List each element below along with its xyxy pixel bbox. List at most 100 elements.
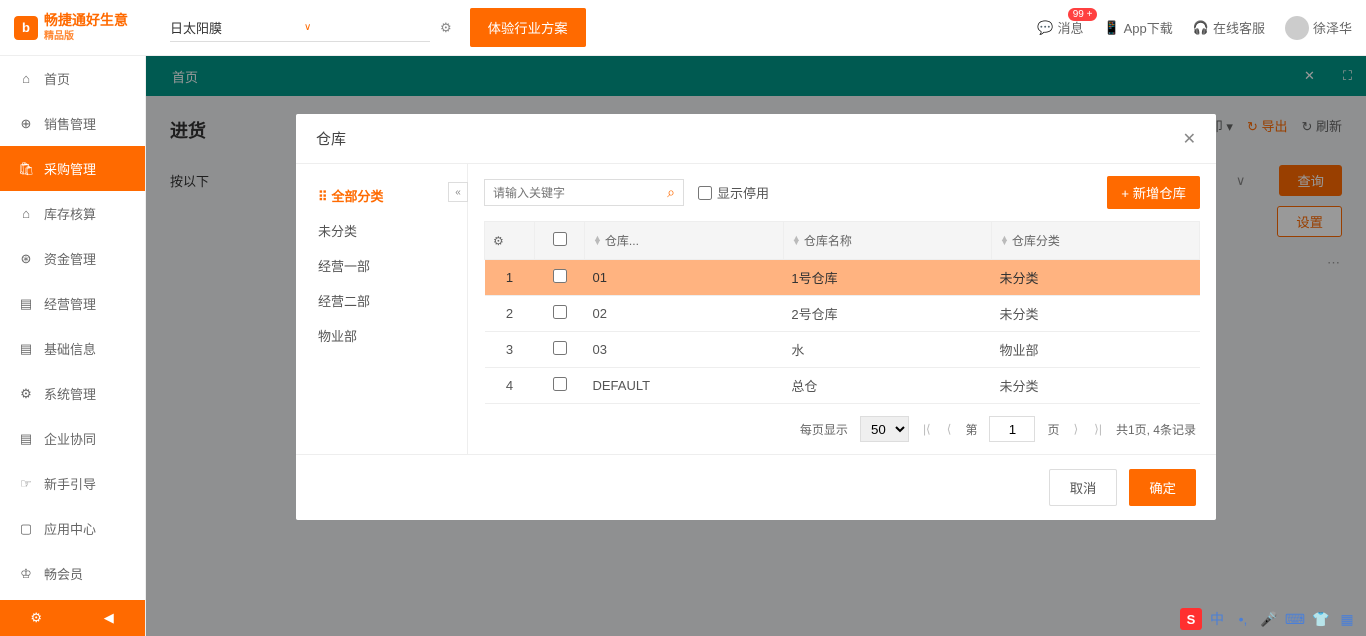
cell-code: 03 bbox=[585, 332, 784, 368]
sidebar-bottom: ⚙ ◀ bbox=[0, 600, 145, 636]
ime-punct-icon[interactable]: •, bbox=[1232, 608, 1254, 630]
select-all-checkbox[interactable] bbox=[553, 232, 567, 246]
category-item[interactable]: 未分类 bbox=[296, 213, 467, 248]
show-disabled-label: 显示停用 bbox=[717, 183, 769, 202]
customer-service-link[interactable]: 🎧 在线客服 bbox=[1193, 18, 1265, 37]
logo[interactable]: b 畅捷通好生意 精品版 bbox=[14, 13, 160, 42]
sidebar-item-guide[interactable]: ☞ 新手引导 bbox=[0, 461, 145, 506]
user-name: 徐泽华 bbox=[1313, 18, 1352, 37]
page-input[interactable] bbox=[989, 416, 1035, 442]
gear-icon: ⚙ bbox=[30, 610, 42, 626]
category-item[interactable]: 经营一部 bbox=[296, 248, 467, 283]
cell-name: 总仓 bbox=[783, 368, 991, 404]
sidebar-item-label: 库存核算 bbox=[44, 204, 96, 223]
sidebar-collapse-button[interactable]: ◀ bbox=[73, 600, 146, 636]
cta-button[interactable]: 体验行业方案 bbox=[470, 8, 586, 47]
category-all[interactable]: 全部分类 bbox=[296, 178, 467, 213]
ok-button[interactable]: 确定 bbox=[1129, 469, 1196, 506]
ime-mic-icon[interactable]: 🎤 bbox=[1258, 608, 1280, 630]
cell-code: 01 bbox=[585, 260, 784, 296]
page-label-pre: 第 bbox=[965, 421, 977, 438]
home-icon: ⌂ bbox=[18, 71, 34, 86]
sidebar-item-home[interactable]: ⌂ 首页 bbox=[0, 56, 145, 101]
page-label-post: 页 bbox=[1047, 421, 1059, 438]
user-menu[interactable]: 徐泽华 bbox=[1285, 16, 1352, 40]
table-row[interactable]: 4 DEFAULT 总仓 未分类 bbox=[485, 368, 1200, 404]
table-settings-header[interactable]: ⚙ bbox=[485, 222, 535, 260]
sidebar-item-label: 应用中心 bbox=[44, 519, 96, 538]
sort-icon: ▲▼ bbox=[593, 236, 602, 245]
service-label: 在线客服 bbox=[1213, 18, 1265, 37]
row-checkbox[interactable] bbox=[553, 305, 567, 319]
row-checkbox[interactable] bbox=[553, 341, 567, 355]
category-item[interactable]: 经营二部 bbox=[296, 283, 467, 318]
row-checkbox[interactable] bbox=[553, 377, 567, 391]
category-item[interactable]: 物业部 bbox=[296, 318, 467, 353]
company-selector[interactable]: 日太阳膜 ∨ bbox=[170, 14, 430, 42]
sidebar-item-label: 新手引导 bbox=[44, 474, 96, 493]
row-index: 3 bbox=[485, 332, 535, 368]
sidebar-item-apps[interactable]: ▢应用中心 bbox=[0, 506, 145, 551]
ime-lang-icon[interactable]: 中 bbox=[1206, 608, 1228, 630]
sort-icon: ▲▼ bbox=[1000, 236, 1009, 245]
sidebar-item-label: 首页 bbox=[44, 69, 70, 88]
messages-link[interactable]: 💬 消息 99 + bbox=[1037, 18, 1083, 37]
table-row[interactable]: 2 02 2号仓库 未分类 bbox=[485, 296, 1200, 332]
column-name[interactable]: ▲▼仓库名称 bbox=[783, 222, 991, 260]
app-download-link[interactable]: 📱 App下载 bbox=[1103, 18, 1172, 37]
cancel-button[interactable]: 取消 bbox=[1049, 469, 1118, 506]
add-warehouse-button[interactable]: + 新增仓库 bbox=[1107, 176, 1200, 209]
ime-skin-icon[interactable]: 👕 bbox=[1310, 608, 1332, 630]
sidebar-collapse-icon[interactable]: « bbox=[448, 182, 468, 202]
cell-name: 1号仓库 bbox=[783, 260, 991, 296]
headset-icon: 🎧 bbox=[1193, 20, 1209, 36]
per-page-select[interactable]: 50 bbox=[860, 416, 909, 442]
column-code[interactable]: ▲▼仓库... bbox=[585, 222, 784, 260]
modal-close-button[interactable]: ✕ bbox=[1183, 129, 1196, 149]
sidebar-item-basic[interactable]: ▤基础信息 bbox=[0, 326, 145, 371]
guide-icon: ☞ bbox=[18, 476, 34, 492]
search-input[interactable] bbox=[493, 186, 667, 200]
cell-name: 2号仓库 bbox=[783, 296, 991, 332]
first-page-icon[interactable]: |⟨ bbox=[921, 422, 933, 436]
search-input-wrapper: ⌕ bbox=[484, 179, 684, 206]
sidebar-item-finance[interactable]: ⊛资金管理 bbox=[0, 236, 145, 281]
pagination: 每页显示 50 |⟨ ⟨ 第 页 ⟩ ⟩| 共1页, 4条记录 bbox=[468, 404, 1216, 454]
per-page-label: 每页显示 bbox=[800, 421, 848, 438]
row-checkbox[interactable] bbox=[553, 269, 567, 283]
sidebar-item-operation[interactable]: ▤经营管理 bbox=[0, 281, 145, 326]
show-disabled-checkbox[interactable]: 显示停用 bbox=[698, 183, 769, 202]
prev-page-icon[interactable]: ⟨ bbox=[945, 422, 954, 436]
ime-keyboard-icon[interactable]: ⌨ bbox=[1284, 608, 1306, 630]
sidebar-item-system[interactable]: ⚙系统管理 bbox=[0, 371, 145, 416]
ime-toolbar: S 中 •, 🎤 ⌨ 👕 ▦ bbox=[1180, 608, 1358, 630]
select-all-header[interactable] bbox=[535, 222, 585, 260]
sort-icon: ▲▼ bbox=[792, 236, 801, 245]
sidebar-item-vip[interactable]: ♔畅会员 bbox=[0, 551, 145, 596]
sidebar-item-sales[interactable]: ⊕销售管理 bbox=[0, 101, 145, 146]
next-page-icon[interactable]: ⟩ bbox=[1071, 422, 1080, 436]
column-category[interactable]: ▲▼仓库分类 bbox=[991, 222, 1199, 260]
table-row[interactable]: 1 01 1号仓库 未分类 bbox=[485, 260, 1200, 296]
search-icon[interactable]: ⌕ bbox=[667, 184, 675, 201]
sidebar-item-label: 资金管理 bbox=[44, 249, 96, 268]
app-label: App下载 bbox=[1124, 18, 1173, 37]
modal-overlay: 仓库 ✕ « 全部分类 未分类 经营一部 经营二部 物业部 bbox=[146, 56, 1366, 636]
settings-icon[interactable]: ⚙ bbox=[440, 20, 452, 36]
sidebar-item-collab[interactable]: ▤企业协同 bbox=[0, 416, 145, 461]
ime-menu-icon[interactable]: ▦ bbox=[1336, 608, 1358, 630]
cell-code: 02 bbox=[585, 296, 784, 332]
sidebar-settings-button[interactable]: ⚙ bbox=[0, 600, 73, 636]
show-disabled-input[interactable] bbox=[698, 186, 712, 200]
cell-category: 未分类 bbox=[991, 296, 1199, 332]
last-page-icon[interactable]: ⟩| bbox=[1092, 422, 1104, 436]
basic-icon: ▤ bbox=[18, 341, 34, 357]
sidebar-item-inventory[interactable]: ⌂库存核算 bbox=[0, 191, 145, 236]
table-row[interactable]: 3 03 水 物业部 bbox=[485, 332, 1200, 368]
ime-sogou-icon[interactable]: S bbox=[1180, 608, 1202, 630]
sidebar-item-purchase[interactable]: 🛍采购管理 bbox=[0, 146, 145, 191]
logo-subtext: 精品版 bbox=[44, 27, 128, 42]
sidebar-item-label: 企业协同 bbox=[44, 429, 96, 448]
cell-code: DEFAULT bbox=[585, 368, 784, 404]
row-index: 2 bbox=[485, 296, 535, 332]
